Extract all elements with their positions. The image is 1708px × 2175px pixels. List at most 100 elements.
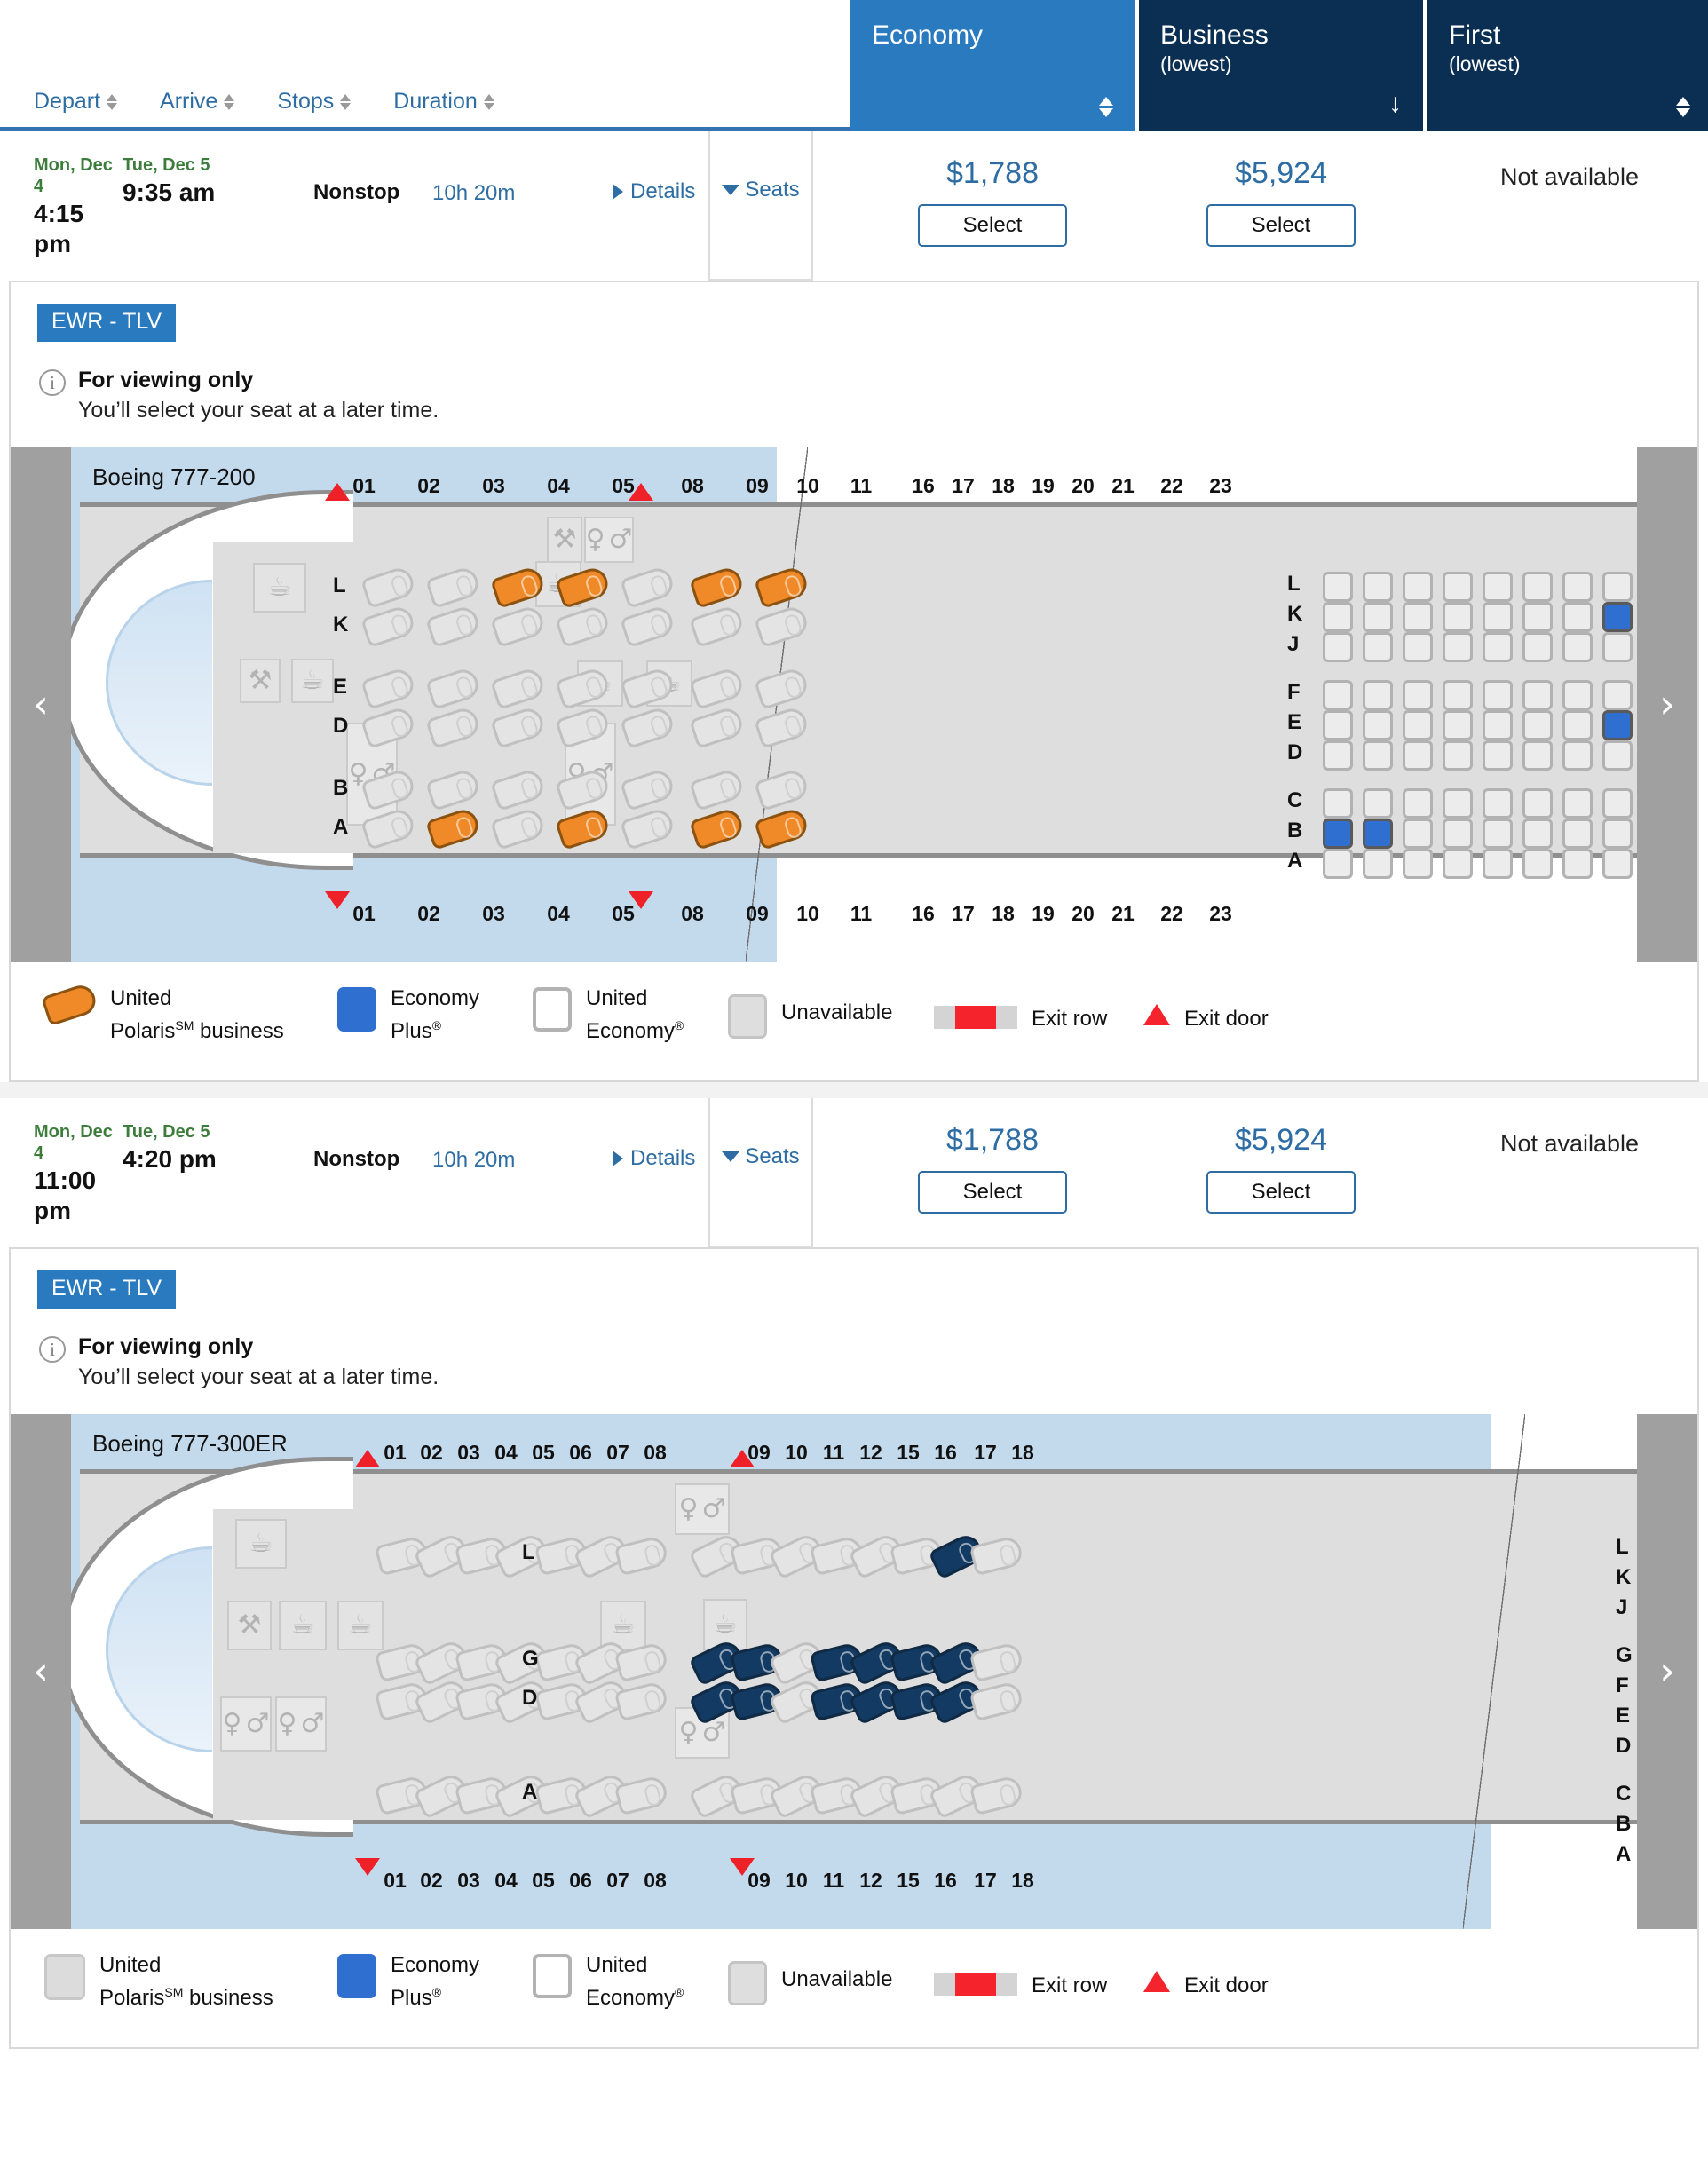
seat[interactable] (1483, 740, 1513, 771)
seats-toggle[interactable]: Seats (708, 1098, 813, 1247)
seat[interactable] (1363, 740, 1393, 771)
seat[interactable] (1363, 849, 1393, 879)
seat[interactable] (1403, 632, 1433, 662)
seat[interactable] (1363, 632, 1393, 662)
seatmap-prev-button[interactable]: ‹ (11, 447, 71, 962)
seat[interactable] (1443, 788, 1473, 819)
seatmap-next-button[interactable]: › (1637, 1414, 1697, 1929)
seat[interactable] (1323, 710, 1353, 740)
seat[interactable] (1323, 819, 1353, 849)
seat[interactable] (1443, 819, 1473, 849)
seat[interactable] (1602, 632, 1633, 662)
seat[interactable] (1403, 710, 1433, 740)
seat[interactable] (1323, 680, 1353, 710)
seat[interactable] (1562, 680, 1593, 710)
sort-arrows-icon[interactable] (1676, 97, 1690, 117)
tab-first-sort-control[interactable] (1676, 97, 1690, 117)
seat[interactable] (1562, 849, 1593, 879)
seat[interactable] (1483, 602, 1513, 632)
seat[interactable] (1363, 602, 1393, 632)
seat[interactable] (1323, 572, 1353, 602)
sort-arrows-icon[interactable] (483, 93, 494, 110)
seat[interactable] (1363, 788, 1393, 819)
seat[interactable] (1562, 710, 1593, 740)
seat[interactable] (1602, 740, 1633, 771)
sort-arrows-icon[interactable] (340, 93, 352, 110)
seat[interactable] (1562, 740, 1593, 771)
seat[interactable] (1602, 849, 1633, 879)
seat[interactable] (1443, 680, 1473, 710)
seat[interactable] (1483, 710, 1513, 740)
seat[interactable] (1323, 849, 1353, 879)
seat[interactable] (1443, 710, 1473, 740)
seat[interactable] (1363, 572, 1393, 602)
seat[interactable] (1562, 788, 1593, 819)
seat[interactable] (1602, 680, 1633, 710)
seat[interactable] (1403, 572, 1433, 602)
seat[interactable] (1483, 572, 1513, 602)
select-economy-button[interactable]: Select (918, 204, 1067, 247)
seat[interactable] (1602, 710, 1633, 740)
seat[interactable] (1323, 602, 1353, 632)
seatmap-next-button[interactable]: › (1637, 447, 1697, 962)
seat[interactable] (1443, 849, 1473, 879)
sort-arrive[interactable]: Arrive (160, 89, 235, 115)
seat[interactable] (1403, 849, 1433, 879)
seat[interactable] (1522, 740, 1553, 771)
flight-row[interactable]: Mon, Dec 4 4:15 pm Tue, Dec 5 9:35 am No… (0, 131, 1708, 281)
seat[interactable] (1323, 788, 1353, 819)
seat[interactable] (1403, 788, 1433, 819)
sort-depart[interactable]: Depart (34, 89, 118, 115)
seat[interactable] (1602, 819, 1633, 849)
tab-first[interactable]: First (lowest) (1427, 0, 1708, 131)
seat[interactable] (1323, 632, 1353, 662)
tab-economy[interactable]: Economy (850, 0, 1135, 131)
seat[interactable] (1363, 710, 1393, 740)
tab-economy-sort-control[interactable] (1099, 97, 1113, 117)
seat[interactable] (1483, 680, 1513, 710)
seat[interactable] (1483, 788, 1513, 819)
seat[interactable] (1443, 602, 1473, 632)
seat[interactable] (1602, 572, 1633, 602)
seat[interactable] (1522, 572, 1553, 602)
sort-arrows-icon[interactable] (224, 93, 235, 110)
seat[interactable] (1483, 632, 1513, 662)
seat[interactable] (1522, 632, 1553, 662)
seat[interactable] (1562, 602, 1593, 632)
seat[interactable] (1602, 788, 1633, 819)
seat[interactable] (1522, 788, 1553, 819)
sort-arrows-icon[interactable] (1099, 97, 1113, 117)
seat[interactable] (1602, 602, 1633, 632)
seat[interactable] (1562, 572, 1593, 602)
sort-arrows-icon[interactable] (107, 93, 118, 110)
seat[interactable] (1483, 819, 1513, 849)
seatmap-prev-button[interactable]: ‹ (11, 1414, 71, 1929)
seat[interactable] (1403, 680, 1433, 710)
seat[interactable] (1403, 819, 1433, 849)
seat[interactable] (1522, 710, 1553, 740)
sort-duration[interactable]: Duration (393, 89, 494, 115)
seat[interactable] (1522, 849, 1553, 879)
seats-toggle[interactable]: Seats (708, 131, 813, 281)
seat[interactable] (1483, 849, 1513, 879)
seat[interactable] (1403, 740, 1433, 771)
seat[interactable] (1323, 740, 1353, 771)
seat[interactable] (1363, 819, 1393, 849)
sort-stops[interactable]: Stops (277, 89, 352, 115)
seat[interactable] (1403, 602, 1433, 632)
select-business-button[interactable]: Select (1206, 1171, 1356, 1214)
seat[interactable] (1562, 819, 1593, 849)
select-business-button[interactable]: Select (1206, 204, 1356, 247)
seat[interactable] (1363, 680, 1393, 710)
seat[interactable] (1522, 602, 1553, 632)
flight-row[interactable]: Mon, Dec 4 11:00 pm Tue, Dec 5 4:20 pm N… (0, 1098, 1708, 1247)
seat[interactable] (1522, 680, 1553, 710)
seat[interactable] (1443, 740, 1473, 771)
details-toggle[interactable]: Details (613, 179, 695, 204)
select-economy-button[interactable]: Select (918, 1171, 1067, 1214)
seat[interactable] (1443, 632, 1473, 662)
seat[interactable] (1443, 572, 1473, 602)
arrow-down-icon[interactable]: ↓ (1388, 89, 1402, 118)
seat[interactable] (1562, 632, 1593, 662)
tab-business-sort-control[interactable]: ↓ (1388, 91, 1402, 117)
